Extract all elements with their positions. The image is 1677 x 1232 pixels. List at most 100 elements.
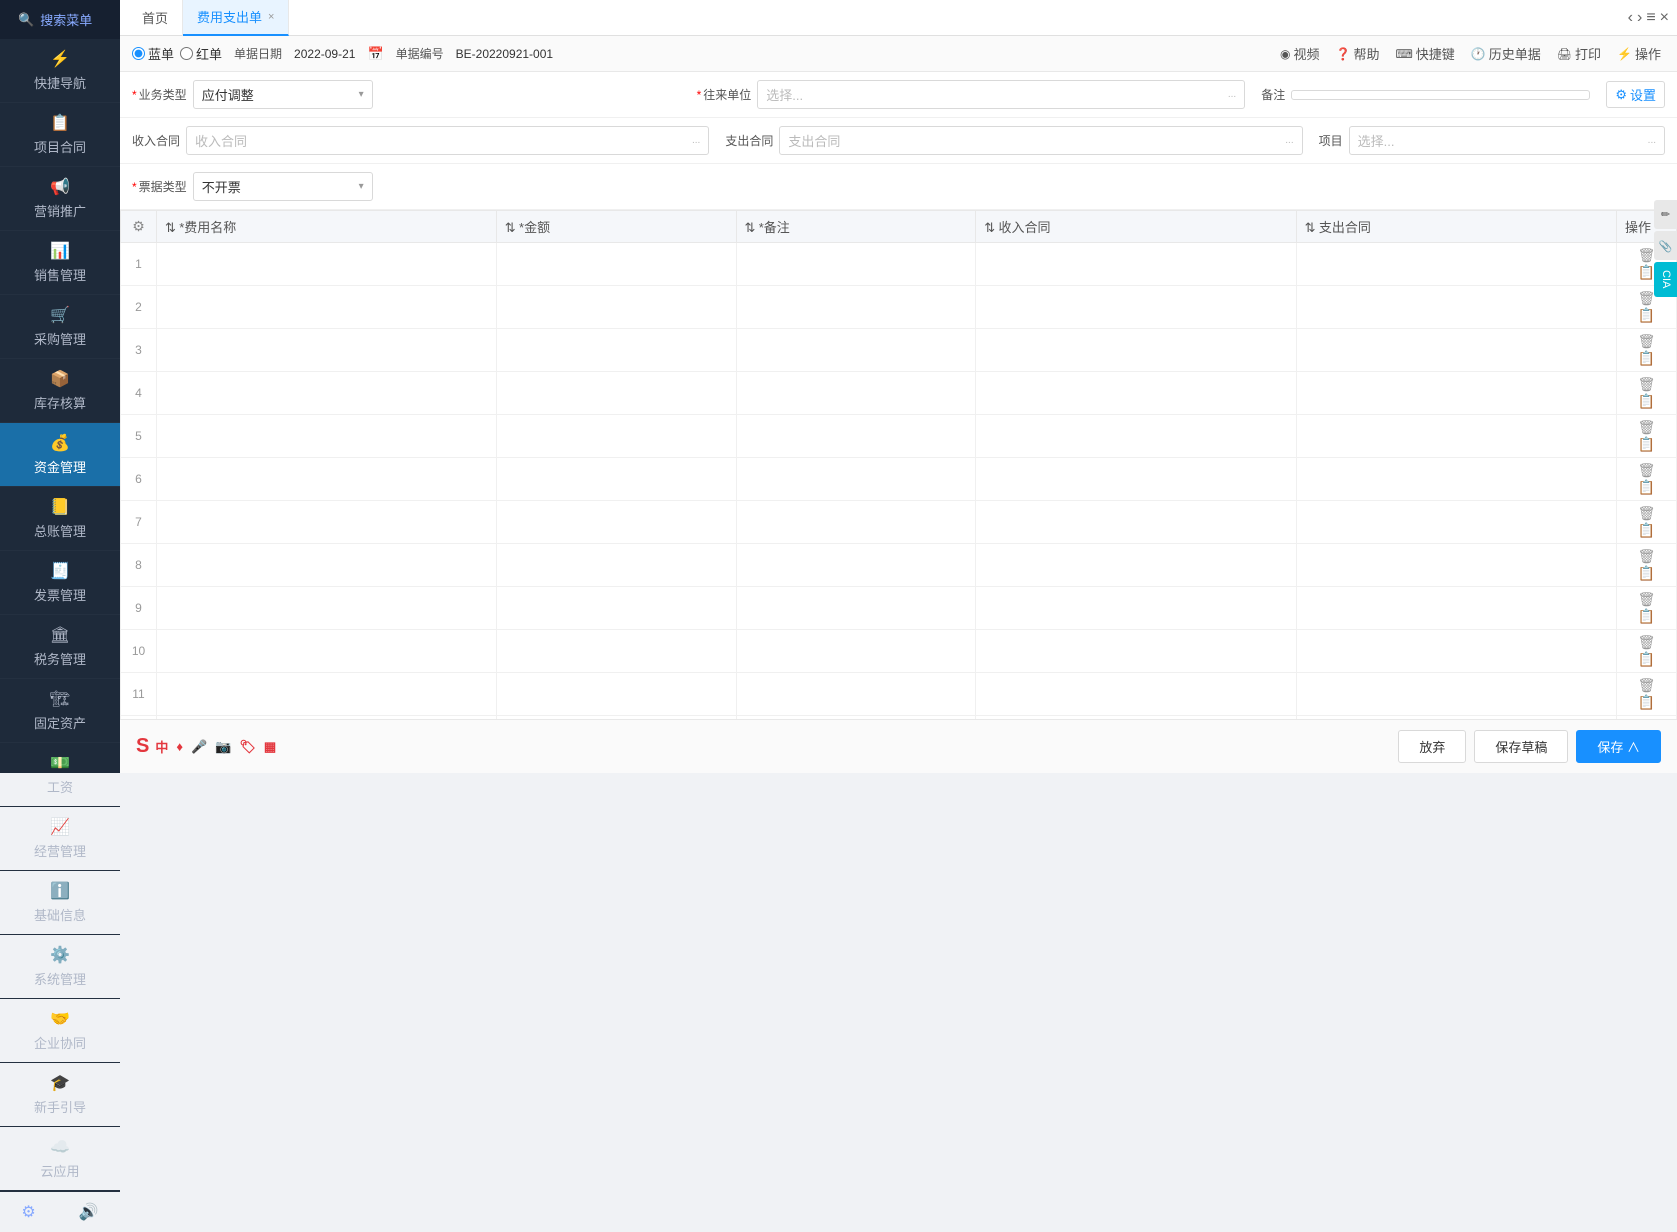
row-expense-name[interactable] <box>157 673 497 716</box>
copy-row-btn[interactable]: 📋 <box>1638 350 1655 366</box>
tab-prev-icon[interactable]: ‹ <box>1628 9 1633 27</box>
tab-list-icon[interactable]: ≡ <box>1646 9 1655 27</box>
row-remark[interactable] <box>736 372 976 415</box>
table-header-amount[interactable]: ⇅ *金额 <box>496 211 736 243</box>
tab-close-all-icon[interactable]: × <box>1660 9 1669 27</box>
sidebar-item-sys-mgmt[interactable]: ⚙️系统管理 <box>0 935 120 999</box>
copy-row-btn[interactable]: 📋 <box>1638 393 1655 409</box>
row-remark[interactable] <box>736 415 976 458</box>
brand-icon-6[interactable]: ▦ <box>264 739 276 755</box>
row-income-contract[interactable] <box>976 544 1296 587</box>
row-income-contract[interactable] <box>976 501 1296 544</box>
brand-icon-3[interactable]: 🎤 <box>191 739 207 755</box>
row-remark[interactable] <box>736 458 976 501</box>
operate-btn[interactable]: ⚡ 操作 <box>1613 42 1665 65</box>
delete-row-btn[interactable]: 🗑 <box>1638 419 1656 435</box>
income-contract-input[interactable]: 收入合同 ... <box>186 126 709 155</box>
calendar-icon[interactable]: 📅 <box>367 46 383 62</box>
sidebar-item-basic-info[interactable]: ℹ️基础信息 <box>0 871 120 935</box>
project-dots[interactable]: ... <box>1648 135 1656 146</box>
save-draft-button[interactable]: 保存草稿 <box>1474 730 1568 763</box>
history-btn[interactable]: 🕐 历史单据 <box>1467 42 1545 65</box>
help-btn[interactable]: ❓ 帮助 <box>1332 42 1384 65</box>
sidebar-item-ops-mgmt[interactable]: 📈经营管理 <box>0 807 120 871</box>
row-expense-name[interactable] <box>157 286 497 329</box>
sidebar-item-quick-nav[interactable]: ⚡快捷导航 <box>0 39 120 103</box>
row-income-contract[interactable] <box>976 286 1296 329</box>
row-remark[interactable] <box>736 630 976 673</box>
row-expense-contract[interactable] <box>1296 415 1616 458</box>
delete-row-btn[interactable]: 🗑 <box>1638 247 1656 263</box>
red-radio-label[interactable]: 红单 <box>180 44 222 63</box>
row-amount[interactable] <box>496 415 736 458</box>
invoice-type-select[interactable]: 不开票 ▾ <box>193 172 373 201</box>
row-expense-name[interactable] <box>157 329 497 372</box>
gear-icon[interactable]: ⚙ <box>132 218 145 234</box>
sidebar-item-capital-mgmt[interactable]: 💰资金管理 <box>0 423 120 487</box>
row-remark[interactable] <box>736 587 976 630</box>
shortcut-btn[interactable]: ⌨ 快捷键 <box>1391 42 1458 65</box>
audio-icon[interactable]: 🔊 <box>79 1202 99 1222</box>
row-expense-contract[interactable] <box>1296 630 1616 673</box>
delete-row-btn[interactable]: 🗑 <box>1638 505 1656 521</box>
row-expense-name[interactable] <box>157 501 497 544</box>
row-expense-contract[interactable] <box>1296 587 1616 630</box>
partner-dots[interactable]: ... <box>1228 89 1236 100</box>
sidebar-item-enterprise[interactable]: 🤝企业协同 <box>0 999 120 1063</box>
row-remark[interactable] <box>736 673 976 716</box>
delete-row-btn[interactable]: 🗑 <box>1638 290 1656 306</box>
delete-row-btn[interactable]: 🗑 <box>1638 462 1656 478</box>
row-expense-contract[interactable] <box>1296 501 1616 544</box>
row-income-contract[interactable] <box>976 415 1296 458</box>
sidebar-item-cloud-app[interactable]: ☁️云应用 <box>0 1127 120 1191</box>
sidebar-item-sales-mgmt[interactable]: 📊销售管理 <box>0 231 120 295</box>
business-type-select[interactable]: 应付调整 ▾ <box>193 80 373 109</box>
brand-icon-2[interactable]: ♦ <box>176 739 183 754</box>
right-tab-cia[interactable]: CIA <box>1654 262 1677 296</box>
copy-row-btn[interactable]: 📋 <box>1638 264 1655 280</box>
row-expense-contract[interactable] <box>1296 286 1616 329</box>
sidebar-item-payroll[interactable]: 💵工资 <box>0 743 120 807</box>
row-amount[interactable] <box>496 286 736 329</box>
save-button[interactable]: 保存 ∧ <box>1576 730 1661 763</box>
sidebar-item-fixed-assets[interactable]: 🏗固定资产 <box>0 679 120 743</box>
row-income-contract[interactable] <box>976 329 1296 372</box>
row-expense-name[interactable] <box>157 630 497 673</box>
discard-button[interactable]: 放弃 <box>1398 730 1466 763</box>
delete-row-btn[interactable]: 🗑 <box>1638 376 1656 392</box>
delete-row-btn[interactable]: 🗑 <box>1638 548 1656 564</box>
tab-next-icon[interactable]: › <box>1637 9 1642 27</box>
row-expense-name[interactable] <box>157 544 497 587</box>
row-income-contract[interactable] <box>976 243 1296 286</box>
blue-radio[interactable] <box>132 47 145 60</box>
brand-icon-4[interactable]: 📷 <box>215 739 231 755</box>
sidebar-item-new-guide[interactable]: 🎓新手引导 <box>0 1063 120 1127</box>
sidebar-item-inventory[interactable]: 📦库存核算 <box>0 359 120 423</box>
sidebar-item-marketing[interactable]: 📢营销推广 <box>0 167 120 231</box>
row-income-contract[interactable] <box>976 458 1296 501</box>
row-amount[interactable] <box>496 544 736 587</box>
copy-row-btn[interactable]: 📋 <box>1638 608 1655 624</box>
sidebar-item-invoice-mgmt[interactable]: 🧾发票管理 <box>0 551 120 615</box>
sidebar-item-project-contract[interactable]: 📋项目合同 <box>0 103 120 167</box>
table-header-gear[interactable]: ⚙ <box>121 211 157 243</box>
row-expense-contract[interactable] <box>1296 243 1616 286</box>
row-remark[interactable] <box>736 329 976 372</box>
blue-radio-label[interactable]: 蓝单 <box>132 44 174 63</box>
remark-input[interactable] <box>1291 90 1590 100</box>
sidebar-item-purchase-mgmt[interactable]: 🛒采购管理 <box>0 295 120 359</box>
row-expense-name[interactable] <box>157 243 497 286</box>
row-expense-contract[interactable] <box>1296 673 1616 716</box>
row-expense-contract[interactable] <box>1296 544 1616 587</box>
right-tab-attach[interactable]: 📎 <box>1654 231 1677 260</box>
table-header-expense-name[interactable]: ⇅ *费用名称 <box>157 211 497 243</box>
red-radio[interactable] <box>180 47 193 60</box>
copy-row-btn[interactable]: 📋 <box>1638 565 1655 581</box>
copy-row-btn[interactable]: 📋 <box>1638 436 1655 452</box>
tab-close-expense-form[interactable]: × <box>268 11 274 23</box>
settings-icon[interactable]: ⚙ <box>21 1202 35 1222</box>
row-amount[interactable] <box>496 673 736 716</box>
row-remark[interactable] <box>736 544 976 587</box>
right-tab-edit[interactable]: ✏ <box>1654 200 1677 229</box>
row-amount[interactable] <box>496 372 736 415</box>
